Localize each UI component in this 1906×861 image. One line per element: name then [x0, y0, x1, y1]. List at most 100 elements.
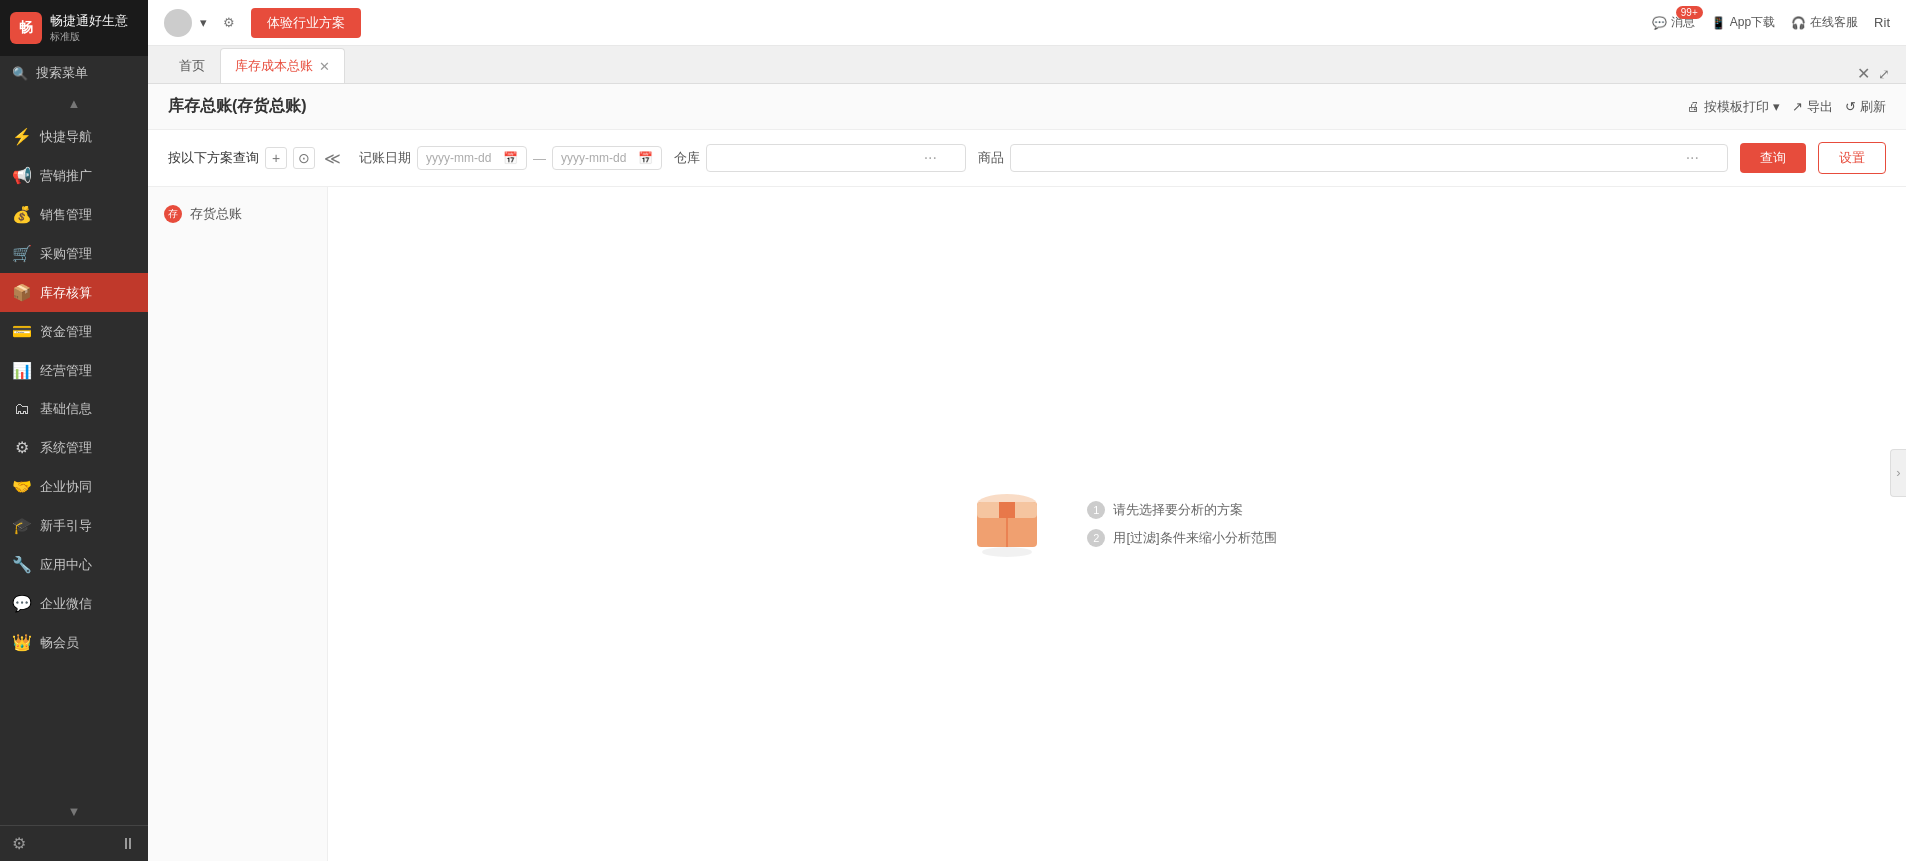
sidebar-item-operation[interactable]: 📊 经营管理 [0, 351, 148, 390]
scheme-sidebar: 存 存货总账 [148, 187, 328, 861]
print-dropdown-icon: ▾ [1773, 99, 1780, 114]
search-icon: 🔍 [12, 66, 28, 81]
sidebar-item-app-center[interactable]: 🔧 应用中心 [0, 545, 148, 584]
topbar: ▾ ⚙ 体验行业方案 💬 消息 99+ 📱 App下载 🎧 在线客服 Rit [148, 0, 1906, 46]
sidebar-item-marketing[interactable]: 📢 营销推广 [0, 156, 148, 195]
sidebar-scroll-down[interactable]: ▼ [0, 798, 148, 825]
headset-icon: 🎧 [1791, 16, 1806, 30]
sidebar-item-finance[interactable]: 💳 资金管理 [0, 312, 148, 351]
search-button[interactable]: 查询 [1740, 143, 1806, 173]
content-body: 存 存货总账 [148, 187, 1906, 861]
refresh-btn[interactable]: ↺ 刷新 [1845, 98, 1886, 116]
scheme-item-inventory-ledger[interactable]: 存 存货总账 [148, 195, 327, 233]
user-name: Rit [1874, 15, 1890, 30]
warehouse-filter-field: 仓库 ··· [674, 144, 966, 172]
message-icon: 💬 [1652, 16, 1667, 30]
empty-tip-2: 2 用[过滤]条件来缩小分析范围 [1087, 529, 1276, 547]
export-icon: ↗ [1792, 99, 1803, 114]
phone-icon: 📱 [1711, 16, 1726, 30]
svg-point-5 [982, 547, 1032, 557]
logo-icon: 畅 [10, 12, 42, 44]
warehouse-input[interactable]: ··· [706, 144, 966, 172]
member-icon: 👑 [12, 633, 32, 652]
sidebar-item-system[interactable]: ⚙ 系统管理 [0, 428, 148, 467]
right-panel-expand-btn[interactable]: › [1890, 449, 1906, 497]
finance-icon: 💳 [12, 322, 32, 341]
page-actions: 🖨 按模板打印 ▾ ↗ 导出 ↺ 刷新 [1687, 98, 1886, 116]
add-scheme-btn[interactable]: + [265, 147, 287, 169]
page-area: 库存总账(存货总账) 🖨 按模板打印 ▾ ↗ 导出 ↺ 刷新 [148, 84, 1906, 861]
goods-input[interactable]: ··· [1010, 144, 1728, 172]
message-action[interactable]: 💬 消息 99+ [1652, 14, 1695, 31]
newcomer-icon: 🎓 [12, 516, 32, 535]
quick-nav-icon: ⚡ [12, 127, 32, 146]
panel-expand-icon[interactable]: ⤢ [1878, 66, 1890, 82]
main-content: ▾ ⚙ 体验行业方案 💬 消息 99+ 📱 App下载 🎧 在线客服 Rit [148, 0, 1906, 861]
empty-state: 1 请先选择要分析的方案 2 用[过滤]条件来缩小分析范围 [328, 187, 1906, 861]
empty-illustration [957, 474, 1057, 574]
operation-icon: 📊 [12, 361, 32, 380]
page-header: 库存总账(存货总账) 🖨 按模板打印 ▾ ↗ 导出 ↺ 刷新 [148, 84, 1906, 130]
filter-scheme: 按以下方案查询 + ⊙ ≪ [168, 147, 343, 169]
topbar-settings-btn[interactable]: ⚙ [215, 9, 243, 37]
topbar-dropdown[interactable]: ▾ [200, 15, 207, 30]
panel-close-icon[interactable]: ✕ [1857, 64, 1870, 83]
sidebar-item-newcomer[interactable]: 🎓 新手引导 [0, 506, 148, 545]
marketing-icon: 📢 [12, 166, 32, 185]
print-template-btn[interactable]: 🖨 按模板打印 ▾ [1687, 98, 1780, 116]
app-center-icon: 🔧 [12, 555, 32, 574]
refresh-icon: ↺ [1845, 99, 1856, 114]
print-icon: 🖨 [1687, 99, 1700, 114]
chevron-right-icon: › [1896, 465, 1900, 480]
purchase-icon: 🛒 [12, 244, 32, 263]
sidebar-item-member[interactable]: 👑 畅会员 [0, 623, 148, 662]
sales-icon: 💰 [12, 205, 32, 224]
filter-area: 按以下方案查询 + ⊙ ≪ 记账日期 yyyy-mm-dd 📅 — yyyy-m… [148, 130, 1906, 187]
message-badge: 99+ [1676, 6, 1703, 19]
tabbar: 首页 库存成本总账 ✕ ✕ ⤢ [148, 46, 1906, 84]
sidebar-item-inventory[interactable]: 📦 库存核算 [0, 273, 148, 312]
collapse-filter-btn[interactable]: ≪ [321, 147, 343, 169]
sidebar-scroll-up[interactable]: ▲ [0, 90, 148, 117]
tab-home[interactable]: 首页 [164, 48, 220, 83]
sidebar-logo: 畅 畅捷通好生意 标准版 [0, 0, 148, 56]
online-support-action[interactable]: 🎧 在线客服 [1791, 14, 1858, 31]
sidebar-search[interactable]: 🔍 搜索菜单 [0, 56, 148, 90]
sidebar: 畅 畅捷通好生意 标准版 🔍 搜索菜单 ▲ ⚡ 快捷导航 📢 营销推广 💰 销售… [0, 0, 148, 861]
date-filter-field: 记账日期 yyyy-mm-dd 📅 — yyyy-mm-dd 📅 [359, 146, 662, 170]
sidebar-item-wechat[interactable]: 💬 企业微信 [0, 584, 148, 623]
settings-icon[interactable]: ⚙ [12, 834, 26, 853]
goods-more-icon[interactable]: ··· [1686, 149, 1699, 167]
empty-tips: 1 请先选择要分析的方案 2 用[过滤]条件来缩小分析范围 [1087, 501, 1276, 547]
date-separator: — [533, 151, 546, 166]
manage-scheme-btn[interactable]: ⊙ [293, 147, 315, 169]
logo-text: 畅捷通好生意 标准版 [50, 13, 128, 43]
tab-close-icon[interactable]: ✕ [319, 59, 330, 74]
app-download-action[interactable]: 📱 App下载 [1711, 14, 1775, 31]
page-title: 库存总账(存货总账) [168, 96, 307, 117]
topbar-left: ▾ ⚙ 体验行业方案 [164, 8, 1640, 38]
scheme-icon: 存 [164, 205, 182, 223]
filter-row: 记账日期 yyyy-mm-dd 📅 — yyyy-mm-dd 📅 仓库 [359, 142, 1886, 174]
date-start-input[interactable]: yyyy-mm-dd 📅 [417, 146, 527, 170]
industry-btn[interactable]: 体验行业方案 [251, 8, 361, 38]
collapse-icon[interactable]: ⏸ [120, 835, 136, 853]
goods-filter-field: 商品 ··· [978, 144, 1728, 172]
dropdown-arrow-icon: ▾ [200, 15, 207, 30]
setting-button[interactable]: 设置 [1818, 142, 1886, 174]
tab-area-close: ✕ ⤢ [1857, 64, 1890, 83]
sidebar-nav: ⚡ 快捷导航 📢 营销推广 💰 销售管理 🛒 采购管理 📦 库存核算 💳 资金管… [0, 117, 148, 798]
date-end-input[interactable]: yyyy-mm-dd 📅 [552, 146, 662, 170]
gear-icon: ⚙ [223, 15, 235, 30]
topbar-right: 💬 消息 99+ 📱 App下载 🎧 在线客服 Rit [1652, 14, 1890, 31]
sidebar-item-quick-nav[interactable]: ⚡ 快捷导航 [0, 117, 148, 156]
warehouse-more-icon[interactable]: ··· [924, 149, 937, 167]
calendar-icon: 📅 [503, 151, 518, 165]
sidebar-item-basic[interactable]: 🗂 基础信息 [0, 390, 148, 428]
export-btn[interactable]: ↗ 导出 [1792, 98, 1833, 116]
tab-inventory-cost[interactable]: 库存成本总账 ✕ [220, 48, 345, 83]
sidebar-item-purchase[interactable]: 🛒 采购管理 [0, 234, 148, 273]
sidebar-item-sales[interactable]: 💰 销售管理 [0, 195, 148, 234]
sidebar-item-enterprise[interactable]: 🤝 企业协同 [0, 467, 148, 506]
user-avatar [164, 9, 192, 37]
